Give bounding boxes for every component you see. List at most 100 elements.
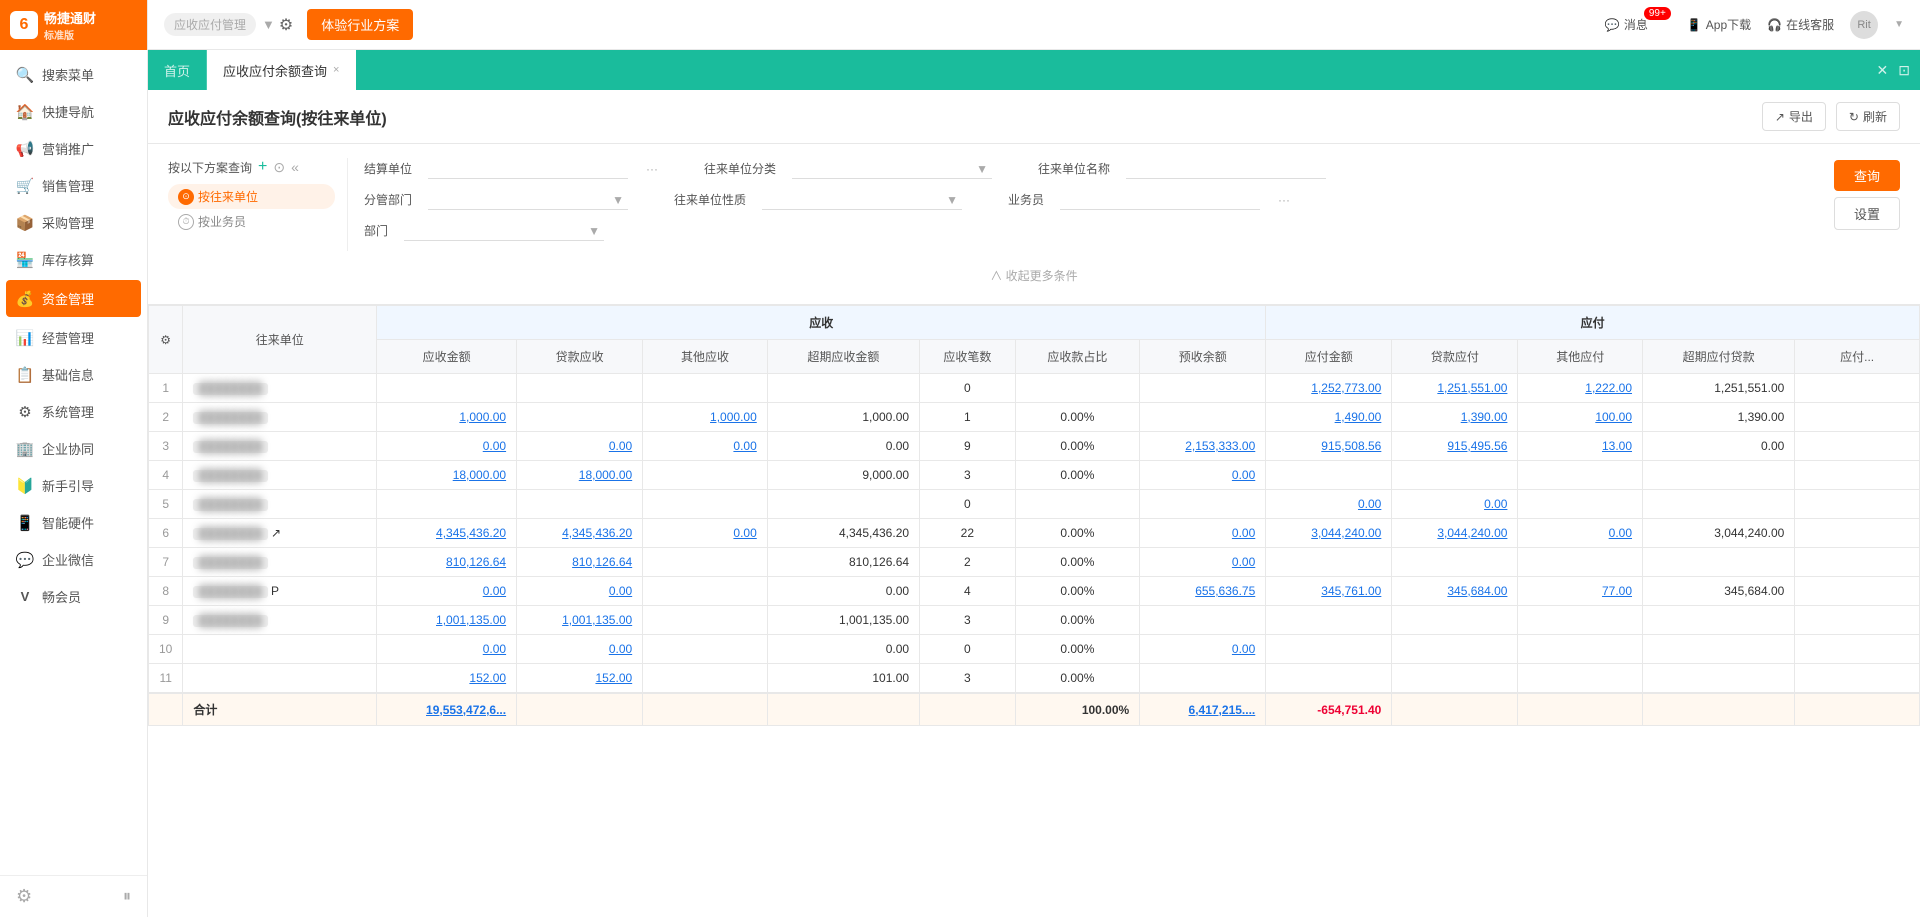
cell-link[interactable]: 345,684.00 (1447, 584, 1507, 598)
online-service-link[interactable]: 🎧 在线客服 (1767, 16, 1834, 33)
cell-link[interactable]: 1,001,135.00 (562, 613, 632, 627)
cell-link[interactable]: 915,508.56 (1321, 439, 1381, 453)
user-dropdown-arrow[interactable]: ▼ (1894, 19, 1904, 30)
settlement-unit-label: 结算单位 (364, 160, 412, 177)
sidebar-item-quicknav[interactable]: 🏠 快捷导航 (0, 93, 147, 130)
cell-link[interactable]: 1,001,135.00 (436, 613, 506, 627)
refresh-button[interactable]: ↻ 刷新 (1836, 102, 1900, 131)
sidebar-item-inventory[interactable]: 🏪 库存核算 (0, 241, 147, 278)
prepaid-header: 预收余额 (1140, 340, 1266, 374)
cell-link[interactable]: 0.00 (609, 439, 632, 453)
collapse-sidebar-btn[interactable]: ⏸ (123, 888, 131, 906)
sidebar-item-search[interactable]: 🔍 搜索菜单 (0, 56, 147, 93)
cell-link[interactable]: 1,252,773.00 (1311, 381, 1381, 395)
sidebar-item-sales[interactable]: 🛒 销售管理 (0, 167, 147, 204)
cell-link[interactable]: 2,153,333.00 (1185, 439, 1255, 453)
settlement-unit-input[interactable] (428, 158, 628, 179)
cell-link[interactable]: 0.00 (483, 439, 506, 453)
cell-link[interactable]: 4,345,436.20 (436, 526, 506, 540)
partner-cell (183, 635, 377, 664)
cell-link[interactable]: 0.00 (733, 439, 756, 453)
cell-link[interactable]: 1,000.00 (459, 410, 506, 424)
cell-link[interactable]: 152.00 (469, 671, 506, 685)
sidebar-item-purchase[interactable]: 📦 采购管理 (0, 204, 147, 241)
sidebar-item-basic[interactable]: 📋 基础信息 (0, 356, 147, 393)
cell-link[interactable]: 0.00 (609, 584, 632, 598)
solution-button[interactable]: 体验行业方案 (307, 9, 413, 40)
query-button[interactable]: 查询 (1834, 160, 1900, 191)
tab-window-buttons: ✕ ⊡ (1867, 50, 1920, 90)
cell-link[interactable]: 915,495.56 (1447, 439, 1507, 453)
cell-link[interactable]: 0.00 (1232, 468, 1255, 482)
add-scheme-button[interactable]: + (258, 158, 267, 176)
cell-link[interactable]: 1,490.00 (1335, 410, 1382, 424)
sidebar-item-member[interactable]: V 畅会员 (0, 578, 147, 615)
settings-footer-icon[interactable]: ⚙ (16, 886, 32, 907)
cell-link[interactable]: 0.00 (483, 584, 506, 598)
cell-link[interactable]: 655,636.75 (1195, 584, 1255, 598)
app-download-link[interactable]: 📱 App下载 (1687, 16, 1751, 33)
close-window-btn[interactable]: ✕ (1877, 62, 1889, 79)
message-link[interactable]: 💬 消息 99+ (1605, 16, 1671, 33)
cell-link[interactable]: 1,251,551.00 (1437, 381, 1507, 395)
tab-home[interactable]: 首页 (148, 50, 207, 90)
cell-link[interactable]: 345,761.00 (1321, 584, 1381, 598)
salesman-dots[interactable]: ··· (1278, 193, 1290, 207)
scheme-by-partner[interactable]: ⊙ 按往来单位 (168, 184, 335, 209)
settlement-unit-dots[interactable]: ··· (646, 162, 658, 176)
cell-link[interactable]: 18,000.00 (579, 468, 632, 482)
cell-link[interactable]: 0.00 (609, 642, 632, 656)
cell-link[interactable]: 1,222.00 (1585, 381, 1632, 395)
collapse-conditions-button[interactable]: ∧ 收起更多条件 (990, 267, 1077, 284)
department-select[interactable] (404, 220, 604, 241)
cell-link[interactable]: 13.00 (1602, 439, 1632, 453)
cell-link[interactable]: 4,345,436.20 (562, 526, 632, 540)
cell-link[interactable]: 0.00 (1484, 497, 1507, 511)
cell-link[interactable]: 3,044,240.00 (1437, 526, 1507, 540)
cell-link[interactable]: 1,000.00 (710, 410, 757, 424)
set-button[interactable]: 设置 (1834, 197, 1900, 230)
sidebar-item-wechat[interactable]: 💬 企业微信 (0, 541, 147, 578)
dept-select[interactable] (428, 189, 628, 210)
salesman-input[interactable] (1060, 189, 1260, 210)
tab-close-icon[interactable]: × (333, 64, 339, 76)
unit-category-select[interactable] (792, 158, 992, 179)
cell-link[interactable]: 1,390.00 (1461, 410, 1508, 424)
export-button[interactable]: ↗ 导出 (1762, 102, 1826, 131)
scheme-by-salesman[interactable]: ⏱ 按业务员 (168, 209, 335, 234)
cell-link[interactable]: 0.00 (1232, 526, 1255, 540)
footer-prepaid[interactable]: 6,417,215.... (1140, 693, 1266, 726)
tab-balance-query[interactable]: 应收应付余额查询 × (207, 50, 356, 90)
overdue-pay-cell: 1,390.00 (1643, 403, 1795, 432)
settings-gear-button[interactable]: ⚙ (275, 11, 297, 39)
cell-link[interactable]: 152.00 (595, 671, 632, 685)
unit-name-input[interactable] (1126, 158, 1326, 179)
sidebar-item-finance[interactable]: 💰 资金管理 (6, 280, 141, 317)
cell-link[interactable]: 77.00 (1602, 584, 1632, 598)
cell-link[interactable]: 810,126.64 (446, 555, 506, 569)
cell-link[interactable]: 0.00 (1358, 497, 1381, 511)
unit-nature-select[interactable] (762, 189, 962, 210)
cell-link[interactable]: 100.00 (1595, 410, 1632, 424)
cell-link[interactable]: 0.00 (1232, 642, 1255, 656)
cell-link[interactable]: 810,126.64 (572, 555, 632, 569)
settings-col-header[interactable]: ⚙ (149, 306, 183, 374)
sidebar-item-management[interactable]: 📊 经营管理 (0, 319, 147, 356)
cell-link[interactable]: 3,044,240.00 (1311, 526, 1381, 540)
cell-link[interactable]: 0.00 (733, 526, 756, 540)
cell-link[interactable]: 0.00 (1609, 526, 1632, 540)
edit-scheme-button[interactable]: ⊙ (273, 159, 285, 176)
sidebar-item-marketing[interactable]: 📢 营销推广 (0, 130, 147, 167)
user-avatar[interactable]: Rit (1850, 11, 1878, 39)
footer-recv-amount[interactable]: 19,553,472,6... (377, 693, 517, 726)
cell-link[interactable]: 0.00 (1232, 555, 1255, 569)
sidebar-item-guide[interactable]: 🔰 新手引导 (0, 467, 147, 504)
sidebar-item-enterprise[interactable]: 🏢 企业协同 (0, 430, 147, 467)
sidebar-item-hardware[interactable]: 📱 智能硬件 (0, 504, 147, 541)
sidebar-item-system[interactable]: ⚙ 系统管理 (0, 393, 147, 430)
cell-link[interactable]: 18,000.00 (453, 468, 506, 482)
recv-ratio-cell: 0.00% (1015, 664, 1140, 694)
cell-link[interactable]: 0.00 (483, 642, 506, 656)
maximize-window-btn[interactable]: ⊡ (1898, 62, 1910, 79)
collapse-scheme-button[interactable]: « (291, 159, 299, 175)
